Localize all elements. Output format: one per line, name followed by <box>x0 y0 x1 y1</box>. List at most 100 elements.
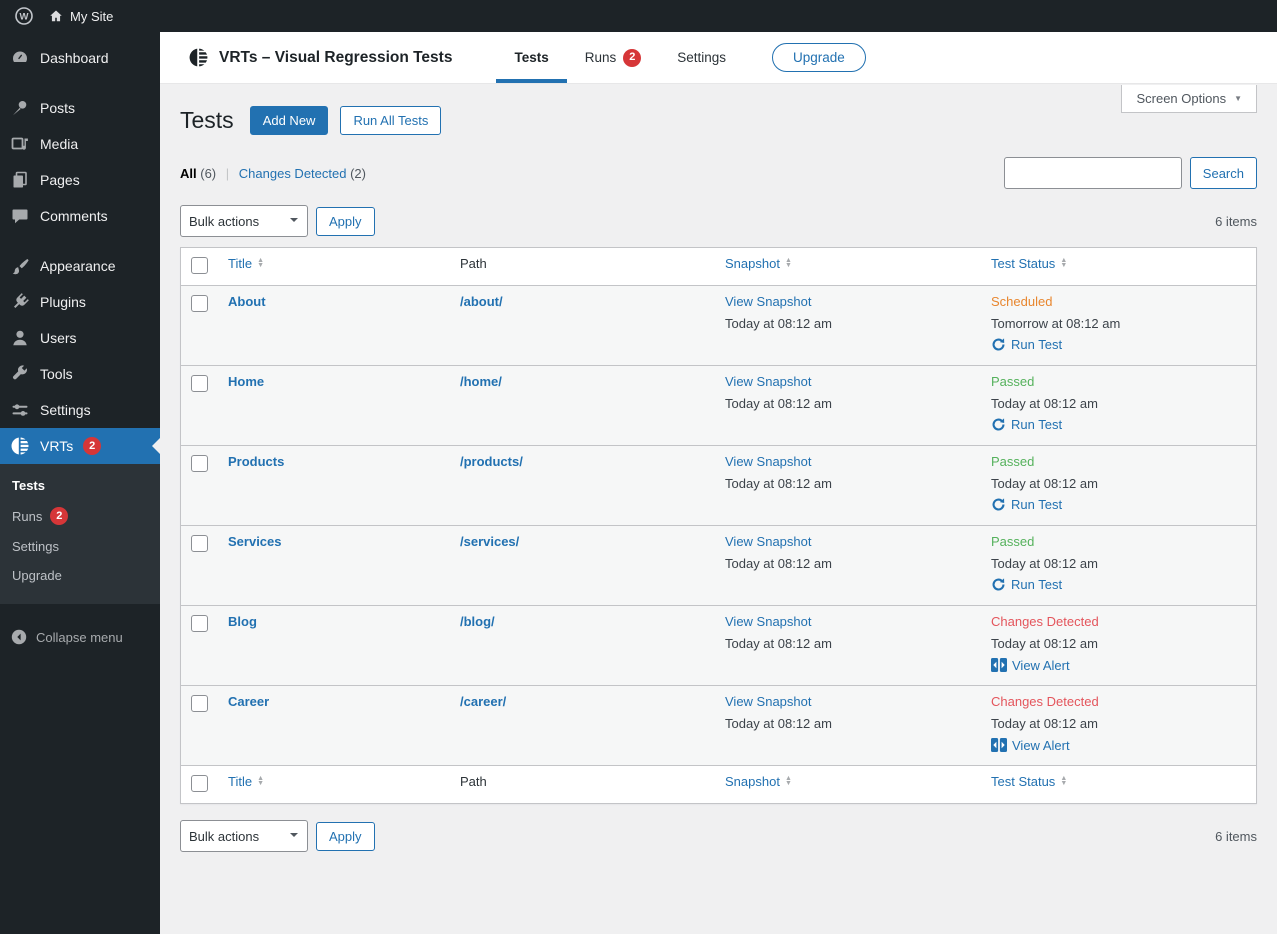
select-all-checkbox[interactable] <box>191 257 208 274</box>
collapse-menu-button[interactable]: Collapse menu <box>0 618 160 656</box>
home-icon <box>50 10 62 22</box>
media-icon <box>11 137 28 150</box>
view-snapshot-link[interactable]: View Snapshot <box>725 534 812 549</box>
submenu-item-upgrade[interactable]: Upgrade <box>0 561 160 590</box>
menu-separator <box>0 76 160 90</box>
sidebar-item-settings[interactable]: Settings <box>0 392 160 428</box>
sidebar-item-appearance[interactable]: Appearance <box>0 248 160 284</box>
my-site-link[interactable]: My Site <box>48 8 113 24</box>
test-path-link[interactable]: /about/ <box>460 294 503 309</box>
sidebar-item-tools[interactable]: Tools <box>0 356 160 392</box>
bulk-actions-select-bottom[interactable]: Bulk actions <box>180 820 308 852</box>
filter-changes-detected[interactable]: Changes Detected <box>239 166 347 181</box>
sort-test-status[interactable]: Test Status <box>991 256 1067 271</box>
row-checkbox[interactable] <box>191 695 208 712</box>
snapshot-date: Today at 08:12 am <box>725 316 832 331</box>
test-path-link[interactable]: /home/ <box>460 374 502 389</box>
submenu-item-settings[interactable]: Settings <box>0 532 160 561</box>
dashboard-icon <box>13 51 27 62</box>
search-input[interactable] <box>1003 157 1182 189</box>
sidebar-item-plugins[interactable]: Plugins <box>0 284 160 320</box>
select-all-checkbox[interactable] <box>191 775 208 792</box>
tab-tests[interactable]: Tests <box>496 32 567 83</box>
sidebar-item-vrts[interactable]: VRTs 2 <box>0 428 160 464</box>
page-title: Tests <box>180 107 234 133</box>
tab-runs[interactable]: Runs 2 <box>567 32 660 83</box>
sidebar-item-comments[interactable]: Comments <box>0 198 160 234</box>
sort-snapshot[interactable]: Snapshot <box>725 256 792 271</box>
view-snapshot-link[interactable]: View Snapshot <box>725 694 812 709</box>
run-test-link[interactable]: Run Test <box>991 497 1062 512</box>
submenu-item-tests[interactable]: Tests <box>0 471 160 500</box>
test-path-link[interactable]: /blog/ <box>460 614 495 629</box>
refresh-icon <box>992 418 1005 431</box>
test-path-link[interactable]: /career/ <box>460 694 506 709</box>
sort-test-status[interactable]: Test Status <box>991 774 1067 789</box>
admin-bar: W My Site <box>0 0 1277 32</box>
sort-title[interactable]: Title <box>228 256 264 271</box>
test-title-link[interactable]: About <box>228 294 266 309</box>
sort-title[interactable]: Title <box>228 774 264 789</box>
run-test-link[interactable]: Run Test <box>991 577 1062 592</box>
plugin-brand: VRTs – Visual Regression Tests <box>188 32 452 83</box>
wordpress-logo-icon[interactable]: W <box>14 6 34 26</box>
test-path-link[interactable]: /products/ <box>460 454 523 469</box>
row-checkbox[interactable] <box>191 535 208 552</box>
test-path-link[interactable]: /services/ <box>460 534 519 549</box>
sidebar-item-media[interactable]: Media <box>0 126 160 162</box>
view-snapshot-link[interactable]: View Snapshot <box>725 294 812 309</box>
sidebar-item-dashboard[interactable]: Dashboard <box>0 40 160 76</box>
view-snapshot-link[interactable]: View Snapshot <box>725 374 812 389</box>
row-checkbox[interactable] <box>191 295 208 312</box>
run-test-link[interactable]: Run Test <box>991 337 1062 352</box>
refresh-icon <box>992 338 1005 351</box>
table-row: Career /career/ View Snapshot Today at 08… <box>180 685 1257 766</box>
add-new-button[interactable]: Add New <box>249 106 329 135</box>
table-row: About /about/ View Snapshot Today at 08:1… <box>180 285 1257 366</box>
run-all-tests-button[interactable]: Run All Tests <box>340 106 442 135</box>
sidebar-item-label: Settings <box>40 402 91 418</box>
test-title-link[interactable]: Products <box>228 454 284 469</box>
refresh-icon <box>992 498 1005 511</box>
apply-button[interactable]: Apply <box>316 206 375 236</box>
run-test-link[interactable]: Run Test <box>991 417 1062 432</box>
status-date: Today at 08:12 am <box>991 476 1098 491</box>
submenu-item-runs[interactable]: Runs 2 <box>0 500 160 532</box>
sort-icon <box>1060 777 1067 786</box>
plugin-tabs: Tests Runs 2 Settings <box>496 32 744 83</box>
bulk-actions-select[interactable]: Bulk actions <box>180 205 308 237</box>
status-badge: Passed <box>991 374 1035 389</box>
search-button[interactable]: Search <box>1189 157 1257 189</box>
tab-settings[interactable]: Settings <box>659 32 744 83</box>
comment-icon <box>12 209 28 224</box>
sort-icon <box>257 259 264 268</box>
apply-button-bottom[interactable]: Apply <box>316 821 375 851</box>
pages-icon <box>13 171 27 188</box>
view-snapshot-link[interactable]: View Snapshot <box>725 614 812 629</box>
row-checkbox[interactable] <box>191 455 208 472</box>
filter-all[interactable]: All <box>180 166 197 181</box>
row-checkbox[interactable] <box>191 375 208 392</box>
sidebar-item-posts[interactable]: Posts <box>0 90 160 126</box>
view-alert-link[interactable]: View Alert <box>991 737 1070 753</box>
view-snapshot-link[interactable]: View Snapshot <box>725 454 812 469</box>
view-alert-link[interactable]: View Alert <box>991 657 1070 673</box>
test-title-link[interactable]: Home <box>228 374 264 389</box>
status-date: Today at 08:12 am <box>991 716 1098 731</box>
snapshot-date: Today at 08:12 am <box>725 396 832 411</box>
table-row: Blog /blog/ View Snapshot Today at 08:12 … <box>180 605 1257 686</box>
sort-snapshot[interactable]: Snapshot <box>725 774 792 789</box>
upgrade-button[interactable]: Upgrade <box>772 43 866 72</box>
test-title-link[interactable]: Career <box>228 694 269 709</box>
sidebar-item-pages[interactable]: Pages <box>0 162 160 198</box>
wrench-icon <box>13 365 27 380</box>
screen-options-button[interactable]: Screen Options <box>1121 85 1257 113</box>
test-title-link[interactable]: Blog <box>228 614 257 629</box>
plugin-header: VRTs – Visual Regression Tests Tests Run… <box>160 32 1277 84</box>
sidebar-item-users[interactable]: Users <box>0 320 160 356</box>
svg-text:W: W <box>20 12 29 23</box>
plugin-title: VRTs – Visual Regression Tests <box>219 48 453 66</box>
row-checkbox[interactable] <box>191 615 208 632</box>
test-title-link[interactable]: Services <box>228 534 282 549</box>
status-filters: All (6) | Changes Detected (2) <box>180 165 366 181</box>
